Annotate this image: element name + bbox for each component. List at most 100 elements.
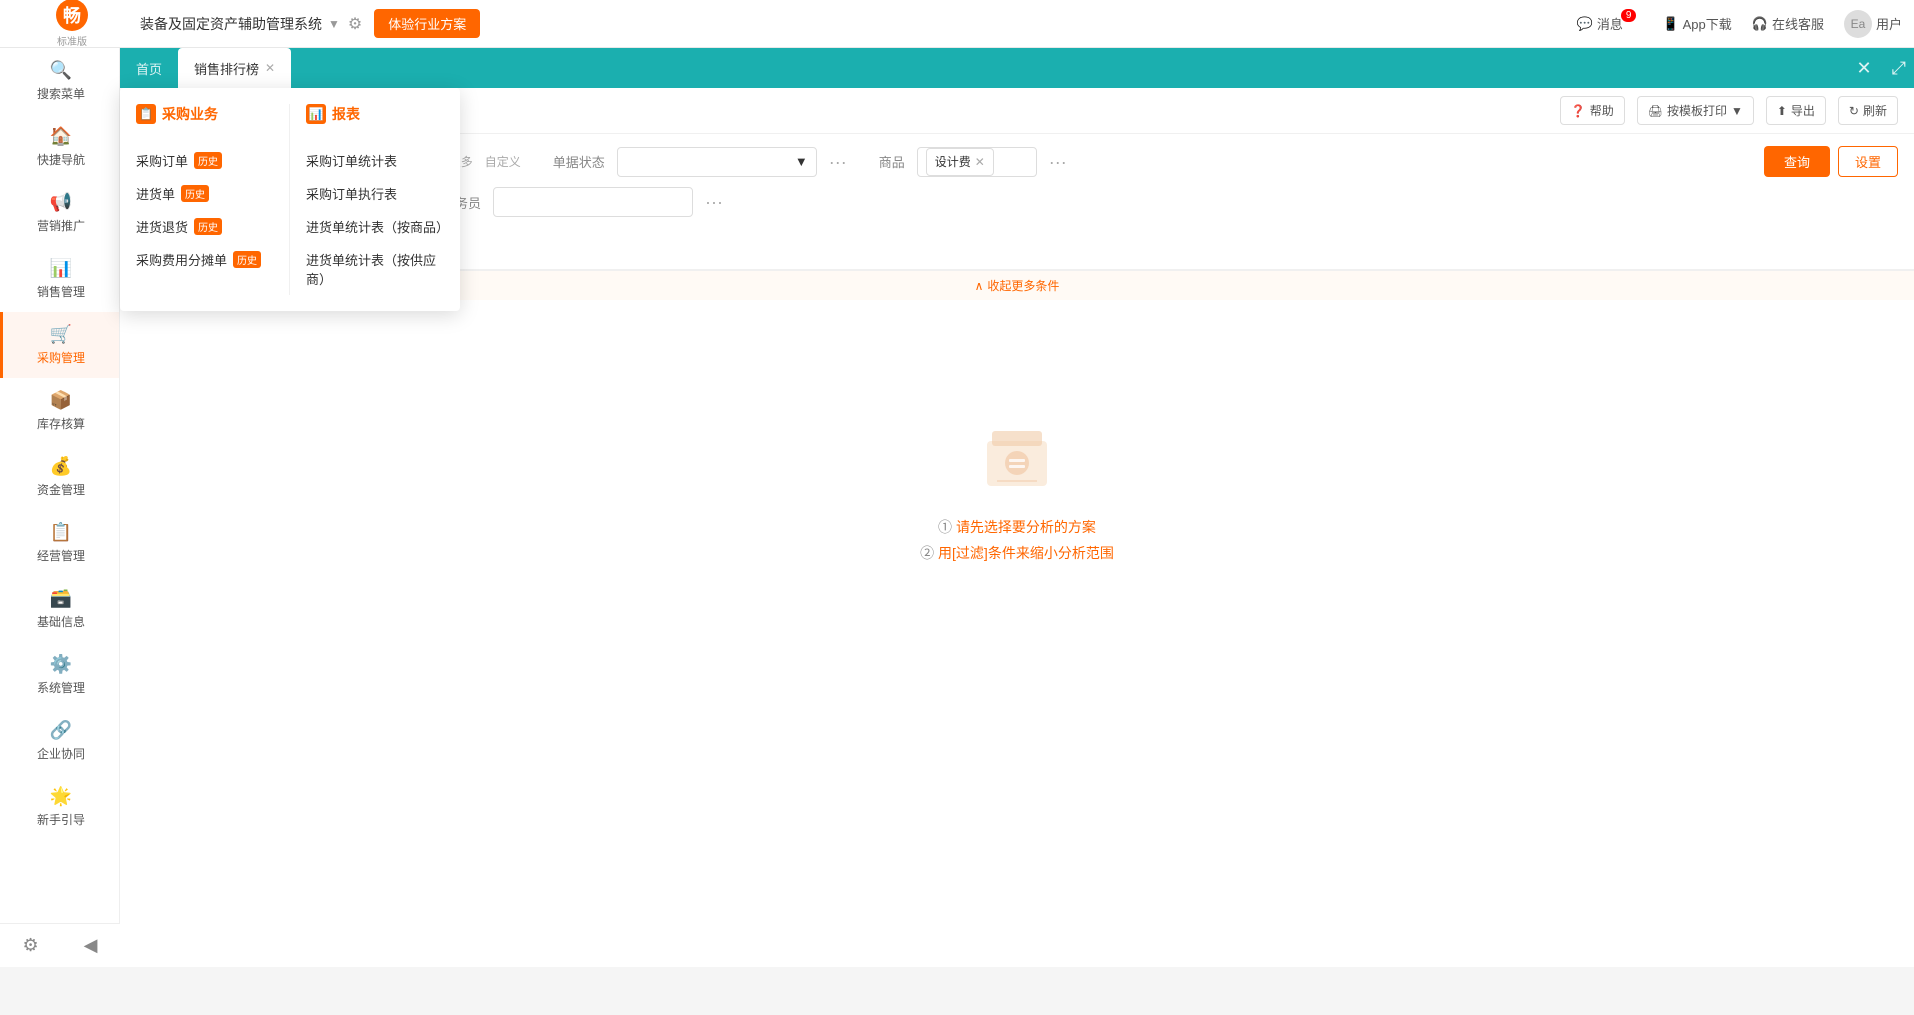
top-header: 畅 标准版 装备及固定资产辅助管理系统 ▼ ⚙ 体验行业方案 💬 消息 9 📱 … [0,0,1914,48]
popup-item-stockin-stat-goods[interactable]: 进货单统计表（按商品） [306,210,444,243]
popup-item-stockin-stat-supplier[interactable]: 进货单统计表（按供应商） [306,243,444,295]
tab-bar: 首页 销售排行榜 ✕ ✕ ⤢ [120,48,1914,88]
sidebar-item-purchase[interactable]: 🛒 采购管理 [0,312,119,378]
select-arrow-icon: ▼ [795,154,808,169]
msg-badge: 9 [1621,9,1637,22]
voucher-status-select[interactable]: ▼ [617,147,817,177]
message-btn[interactable]: 💬 消息 9 [1577,14,1643,33]
history-badge-2: 历史 [194,218,222,235]
goods-tag-close-icon[interactable]: ✕ [975,155,985,169]
empty-hint2: ② 用[过滤]条件来缩小分析范围 [920,543,1114,563]
voucher-status-label: 单据状态 [553,152,605,171]
header-right: 💬 消息 9 📱 App下载 🎧 在线客服 Ea 用户 [1577,10,1902,38]
print-btn[interactable]: 🖨 按模板打印 ▼ [1637,96,1754,125]
industry-btn[interactable]: 体验行业方案 [374,9,480,38]
phone-icon: 📱 [1662,16,1678,32]
sidebar-collapse-btn[interactable]: ◀ [84,935,98,956]
popup-menu: 📋 采购业务 采购订单 历史 进货单 历史 进货退货 历史 采购费用分摊单 历史 [120,88,460,311]
message-icon: 💬 [1577,16,1593,32]
report-section-title: 📊 报表 [306,104,444,132]
sidebar-item-enterprise[interactable]: 🔗 企业协同 [0,708,119,774]
online-service-btn[interactable]: 🎧 在线客服 [1752,14,1824,33]
logo-icon: 畅 [56,0,88,31]
refresh-icon: ↻ [1849,104,1859,118]
sidebar-item-guide[interactable]: 🌟 新手引导 [0,774,119,840]
sidebar-item-inventory[interactable]: 📦 库存核算 [0,378,119,444]
popup-menu-grid: 📋 采购业务 采购订单 历史 进货单 历史 进货退货 历史 采购费用分摊单 历史 [120,104,460,295]
sidebar-item-basic[interactable]: 🗃️ 基础信息 [0,576,119,642]
finance-icon: 💰 [50,456,72,477]
settings-btn[interactable]: 设置 [1838,146,1898,177]
sidebar-item-system[interactable]: ⚙️ 系统管理 [0,642,119,708]
salesperson-dots[interactable]: ··· [705,193,723,211]
history-badge-3: 历史 [233,251,261,268]
query-btn[interactable]: 查询 [1764,146,1830,177]
home-icon: 🏠 [50,126,72,147]
tab-home[interactable]: 首页 [120,48,178,88]
sidebar-item-operation[interactable]: 📋 经营管理 [0,510,119,576]
popup-item-purchase-order-exec[interactable]: 采购订单执行表 [306,177,444,210]
sys-name: 装备及固定资产辅助管理系统 ▼ [140,14,340,34]
logo-area: 畅 标准版 [12,0,132,48]
print-icon: 🖨 [1648,104,1663,118]
system-icon: ⚙️ [50,654,72,675]
sidebar-bottom: ⚙ ◀ [0,923,120,967]
tab-close-icon[interactable]: ✕ [265,61,275,75]
purchase-icon: 🛒 [50,324,72,345]
purchase-section-icon: 📋 [136,104,156,124]
goods-tag: 设计费 ✕ [926,148,994,176]
popup-report-col: 📊 报表 采购订单统计表 采购订单执行表 进货单统计表（按商品） 进货单统计表（… [290,104,460,295]
help-btn[interactable]: ❓ 帮助 [1560,96,1625,125]
user-btn[interactable]: Ea 用户 [1844,10,1902,38]
sidebar-item-finance[interactable]: 💰 资金管理 [0,444,119,510]
history-badge-0: 历史 [194,152,222,169]
sidebar-item-sales[interactable]: 📊 销售管理 [0,246,119,312]
empty-hint1: ① 请先选择要分析的方案 [938,517,1096,537]
search-icon: 🔍 [50,60,72,81]
collapse-arrow-icon: ∧ [975,279,984,293]
goods-dots[interactable]: ··· [1049,153,1067,171]
avatar: Ea [1844,10,1872,38]
goods-label: 商品 [879,152,905,171]
date-quick-custom[interactable]: 自定义 [485,153,521,170]
sidebar-settings-btn[interactable]: ⚙ [23,935,39,956]
report-section-icon: 📊 [306,104,326,124]
sidebar-item-quick[interactable]: 🏠 快捷导航 [0,114,119,180]
tab-expand-btn[interactable]: ⤢ [1884,58,1914,79]
salesperson-select[interactable] [493,187,693,217]
app-download-btn[interactable]: 📱 App下载 [1662,14,1731,33]
operation-icon: 📋 [50,522,72,543]
popup-item-purchase-order-stat[interactable]: 采购订单统计表 [306,144,444,177]
empty-state: ① 请先选择要分析的方案 ② 用[过滤]条件来缩小分析范围 [120,300,1914,680]
empty-illustration [967,411,1067,501]
refresh-btn[interactable]: ↻ 刷新 [1838,96,1898,125]
voucher-status-dots[interactable]: ··· [829,153,847,171]
export-btn[interactable]: ⬆ 导出 [1766,96,1826,125]
export-icon: ⬆ [1777,104,1787,118]
sidebar: 🔍 搜索菜单 🏠 快捷导航 📢 营销推广 📊 销售管理 🛒 采购管理 📦 库存核… [0,48,120,967]
tab-sales-rank[interactable]: 销售排行榜 ✕ [178,48,291,88]
popup-purchase-col: 📋 采购业务 采购订单 历史 进货单 历史 进货退货 历史 采购费用分摊单 历史 [120,104,290,295]
settings-icon[interactable]: ⚙ [348,14,362,34]
basic-icon: 🗃️ [50,588,72,609]
popup-item-stock-return[interactable]: 进货退货 历史 [136,210,273,243]
popup-item-purchase-order[interactable]: 采购订单 历史 [136,144,273,177]
sales-icon: 📊 [50,258,72,279]
logo-text: 标准版 [57,33,87,48]
sidebar-item-search[interactable]: 🔍 搜索菜单 [0,48,119,114]
enterprise-icon: 🔗 [50,720,72,741]
history-badge-1: 历史 [181,185,209,202]
inventory-icon: 📦 [50,390,72,411]
print-arrow-icon: ▼ [1731,104,1743,118]
marketing-icon: 📢 [50,192,72,213]
popup-item-purchase-expense[interactable]: 采购费用分摊单 历史 [136,243,273,276]
goods-select[interactable]: 设计费 ✕ [917,147,1037,177]
purchase-section-title: 📋 采购业务 [136,104,273,132]
tab-close-all-btn[interactable]: ✕ [1845,58,1884,79]
sidebar-item-marketing[interactable]: 📢 营销推广 [0,180,119,246]
popup-item-stock-in[interactable]: 进货单 历史 [136,177,273,210]
help-icon: ❓ [1571,104,1586,118]
headset-icon: 🎧 [1752,16,1768,32]
guide-icon: 🌟 [50,786,72,807]
dropdown-arrow-icon[interactable]: ▼ [328,17,340,31]
